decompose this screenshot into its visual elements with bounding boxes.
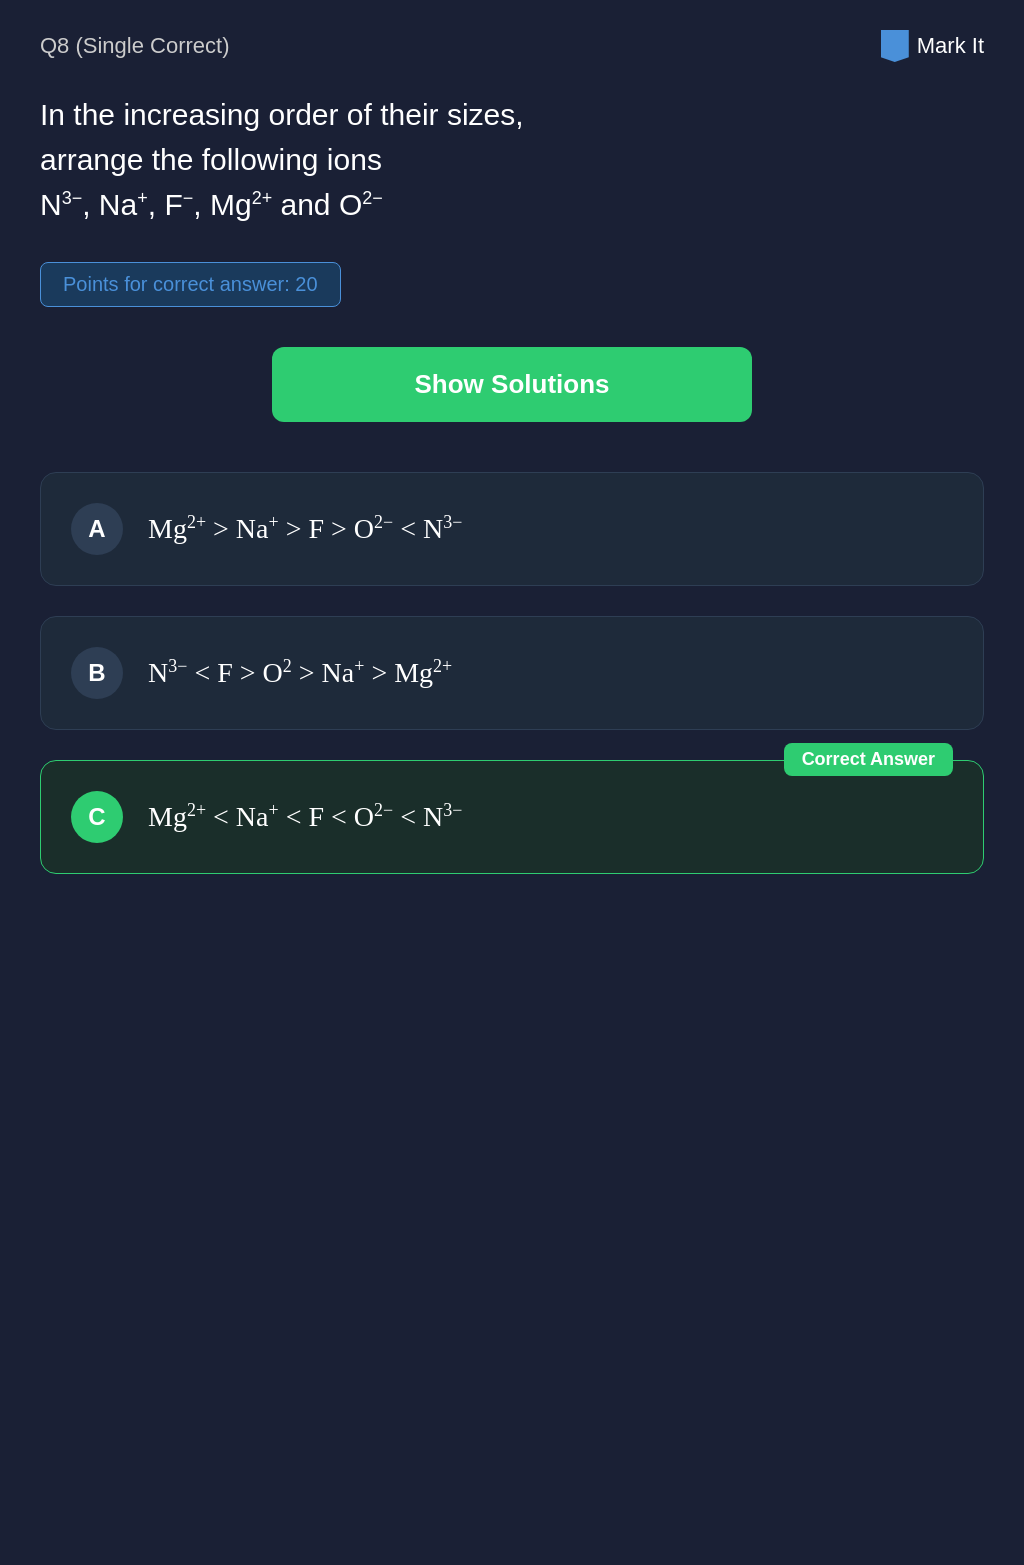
option-card-c[interactable]: Correct Answer C Mg2+ < Na+ < F < O2− < … [40, 760, 984, 874]
question-text: In the increasing order of their sizes, … [40, 92, 984, 227]
mark-it-label: Mark It [917, 33, 984, 59]
bookmark-icon [881, 30, 909, 62]
option-content-a: Mg2+ > Na+ > F > O2− < N3− [148, 512, 462, 545]
show-solutions-button[interactable]: Show Solutions [272, 347, 752, 422]
question-label: Q8 (Single Correct) [40, 33, 230, 59]
question-header: Q8 (Single Correct) Mark It [40, 30, 984, 62]
option-content-c: Mg2+ < Na+ < F < O2− < N3− [148, 800, 462, 833]
option-card-a[interactable]: A Mg2+ > Na+ > F > O2− < N3− [40, 472, 984, 586]
correct-answer-badge: Correct Answer [784, 743, 953, 776]
option-label-b: B [71, 647, 123, 699]
option-card-b[interactable]: B N3− < F > O2 > Na+ > Mg2+ [40, 616, 984, 730]
option-label-c: C [71, 791, 123, 843]
option-label-a: A [71, 503, 123, 555]
mark-it-container[interactable]: Mark It [881, 30, 984, 62]
option-content-b: N3− < F > O2 > Na+ > Mg2+ [148, 656, 452, 689]
points-badge: Points for correct answer: 20 [40, 262, 341, 307]
